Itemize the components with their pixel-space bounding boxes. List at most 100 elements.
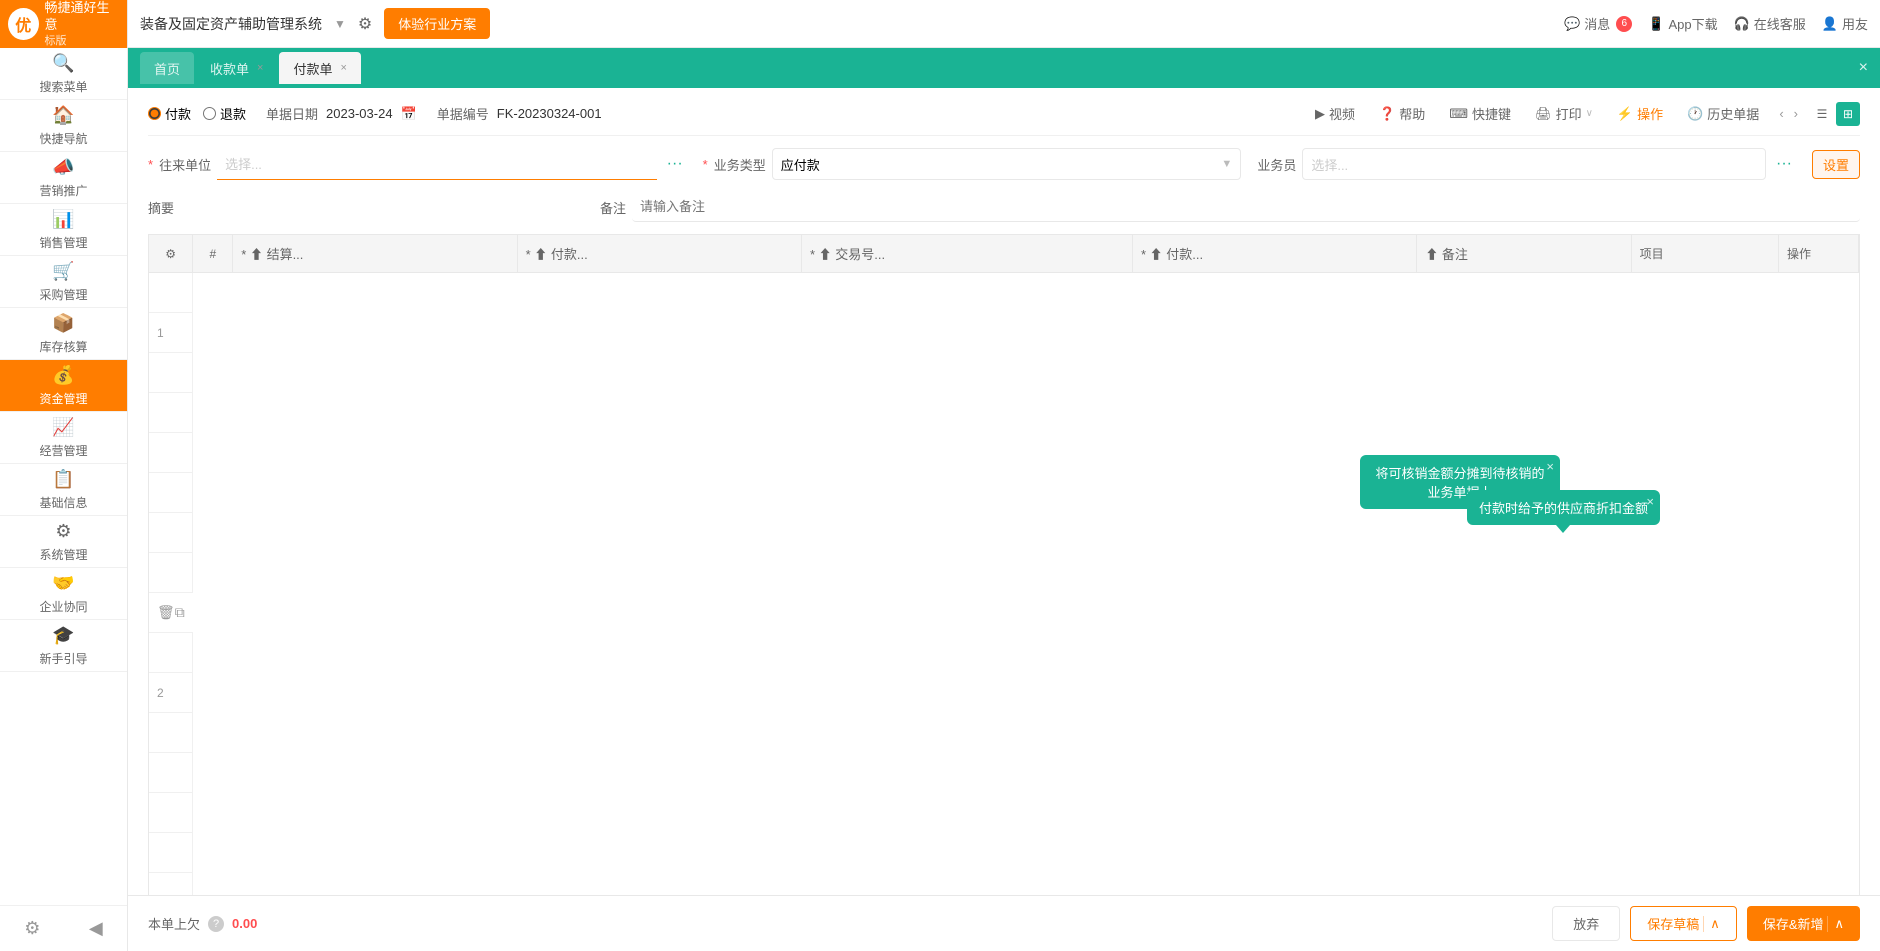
row-remark-cell[interactable] [149,513,193,553]
table-row: 1 🗑 ⧉ [149,273,1859,634]
payment-tab-close-icon[interactable]: × [340,62,346,74]
row-paytype-cell[interactable] [149,753,193,793]
bottom-bar: 本单上欠 ? 0.00 放弃 保存草稿 ∧ 保存&新增 ∧ [128,895,1880,951]
user-group[interactable]: 👤 用友 [1822,14,1868,33]
tooltip1-close-icon[interactable]: × [1546,459,1554,474]
logo-area: 优 畅捷通好生意 标版 [0,0,127,48]
form-settings-button[interactable]: 设置 [1812,150,1860,179]
row-settings-cell [149,273,193,313]
row-remark-cell[interactable] [149,873,193,895]
save-draft-arrow-icon[interactable]: ∧ [1703,916,1720,932]
trial-button[interactable]: 体验行业方案 [384,8,490,39]
sidebar-item-0[interactable]: 🔍搜索菜单 [0,48,127,100]
col-settings[interactable]: ⚙ [149,235,193,273]
operation-btn[interactable]: ⚡ 操作 [1609,100,1671,127]
remark-input[interactable] [632,192,1860,222]
doc-no-field: 单据编号 FK-20230324-001 [437,104,602,123]
table-row: 2 🗑 ⧉ [149,633,1859,895]
date-calendar-icon[interactable]: 📅 [401,106,417,122]
biz-type-select[interactable]: 应付款 ▼ [772,148,1242,180]
shortcut-btn[interactable]: ⌨ 快捷键 [1441,100,1519,127]
save-new-arrow-icon[interactable]: ∧ [1827,916,1844,932]
row-transaction-cell[interactable] [149,433,193,473]
sidebar-item-6[interactable]: 💰资金管理 [0,360,127,412]
sidebar-icon-4: 🛒 [52,261,74,282]
tooltip-popup2: 付款时给予的供应商折扣金额 × [1467,490,1660,525]
sidebar-label-1: 快捷导航 [39,130,87,147]
sidebar-label-8: 基础信息 [39,494,87,511]
sidebar-icon-2: 📣 [52,157,74,178]
nav-next-icon[interactable]: › [1790,104,1802,123]
row-amount-cell[interactable] [149,473,193,513]
sidebar-item-4[interactable]: 🛒采购管理 [0,256,127,308]
tooltip-popup2-container: 付款时给予的供应商折扣金额 × [1467,490,1660,525]
sidebar-item-7[interactable]: 📈经营管理 [0,412,127,464]
help-btn[interactable]: ❓ 帮助 [1371,100,1433,127]
sidebar-label-11: 新手引导 [39,650,87,667]
save-draft-button[interactable]: 保存草稿 ∧ [1630,906,1737,941]
tooltip2-close-icon[interactable]: × [1646,494,1654,509]
topbar-settings-icon[interactable]: ⚙ [358,14,372,34]
sidebar-label-2: 营销推广 [39,182,87,199]
sidebar-item-3[interactable]: 📊销售管理 [0,204,127,256]
app-download-group[interactable]: 📱 App下载 [1648,14,1717,33]
sidebar-icon-10: 🤝 [52,573,74,594]
online-service-group[interactable]: 🎧 在线客服 [1734,14,1806,33]
sidebar-item-8[interactable]: 📋基础信息 [0,464,127,516]
radio-refund[interactable]: 退款 [203,104,246,123]
row-amount-cell[interactable] [149,833,193,873]
payment-tab-label: 付款单 [293,59,332,78]
dropdown-arrow-icon[interactable]: ▼ [334,17,346,31]
sidebar-item-2[interactable]: 📣 营销推广 [0,152,127,204]
counterpart-more-icon[interactable]: ··· [663,155,687,173]
counterpart-field-group: * 往来单位 选择... ··· [148,148,687,180]
row-paytype-cell[interactable] [149,393,193,433]
row-transaction-cell[interactable] [149,793,193,833]
sidebar-item-1[interactable]: 🏠快捷导航 [0,100,127,152]
save-new-button[interactable]: 保存&新增 ∧ [1747,906,1860,941]
col-paytype: * ⬆ 付款... [517,235,801,273]
sidebar-collapse-icon[interactable]: ◀ [81,914,111,943]
row-project-cell[interactable] [149,553,193,593]
staff-more-icon[interactable]: ··· [1772,155,1796,173]
sidebar-item-9[interactable]: ⚙系统管理 [0,516,127,568]
layout-list-icon[interactable]: ☰ [1810,102,1834,126]
tabbar: 首页 收款单 × 付款单 × × [128,48,1880,88]
receipt-tab-close-icon[interactable]: × [257,62,263,74]
message-group[interactable]: 💬 消息 6 [1564,14,1632,33]
nav-prev-icon[interactable]: ‹ [1775,104,1787,123]
radio-payment[interactable]: 付款 [148,104,191,123]
tab-receipt[interactable]: 收款单 × [196,52,277,84]
tabbar-close-icon[interactable]: × [1859,59,1868,77]
counterpart-input[interactable]: 选择... [217,148,657,180]
sidebar-item-10[interactable]: 🤝企业协同 [0,568,127,620]
row-settings-cell [149,633,193,673]
sidebar-bottom: ⚙ ◀ [0,905,127,951]
sidebar-icon-0: 🔍 [52,53,74,74]
bottom-help-icon[interactable]: ? [208,916,224,932]
system-title: 装备及固定资产辅助管理系统 [140,14,322,34]
print-icon: 🖨 [1535,106,1552,122]
row-account-cell[interactable] [149,713,193,753]
row-copy-icon[interactable]: ⧉ [175,604,185,621]
print-dropdown-icon[interactable]: ∨ [1586,108,1593,119]
print-btn[interactable]: 🖨 打印 ∨ [1527,100,1601,127]
date-field: 单据日期 2023-03-24 📅 [266,104,417,123]
row-idx-cell: 1 [149,313,193,353]
tab-payment[interactable]: 付款单 × [279,52,360,84]
biz-type-field-group: * 业务类型 应付款 ▼ [703,148,1242,180]
tab-home[interactable]: 首页 [140,52,194,84]
row-actions-cell: 🗑 ⧉ [149,593,193,633]
staff-input[interactable]: 选择... [1302,148,1766,180]
sidebar-item-5[interactable]: 📦库存核算 [0,308,127,360]
row-account-cell[interactable] [149,353,193,393]
main: 装备及固定资产辅助管理系统 ▼ ⚙ 体验行业方案 💬 消息 6 📱 App下载 … [128,0,1880,951]
layout-grid-icon[interactable]: ⊞ [1836,102,1860,126]
row-delete-icon[interactable]: 🗑 [157,604,175,621]
sidebar-settings-icon[interactable]: ⚙ [16,914,48,943]
video-btn[interactable]: ▶ 视频 [1307,100,1363,127]
bottom-info: 本单上欠 ? 0.00 [148,914,257,933]
abandon-button[interactable]: 放弃 [1552,906,1620,941]
sidebar-item-11[interactable]: 🎓新手引导 [0,620,127,672]
history-btn[interactable]: 🕐 历史单据 [1679,100,1767,127]
